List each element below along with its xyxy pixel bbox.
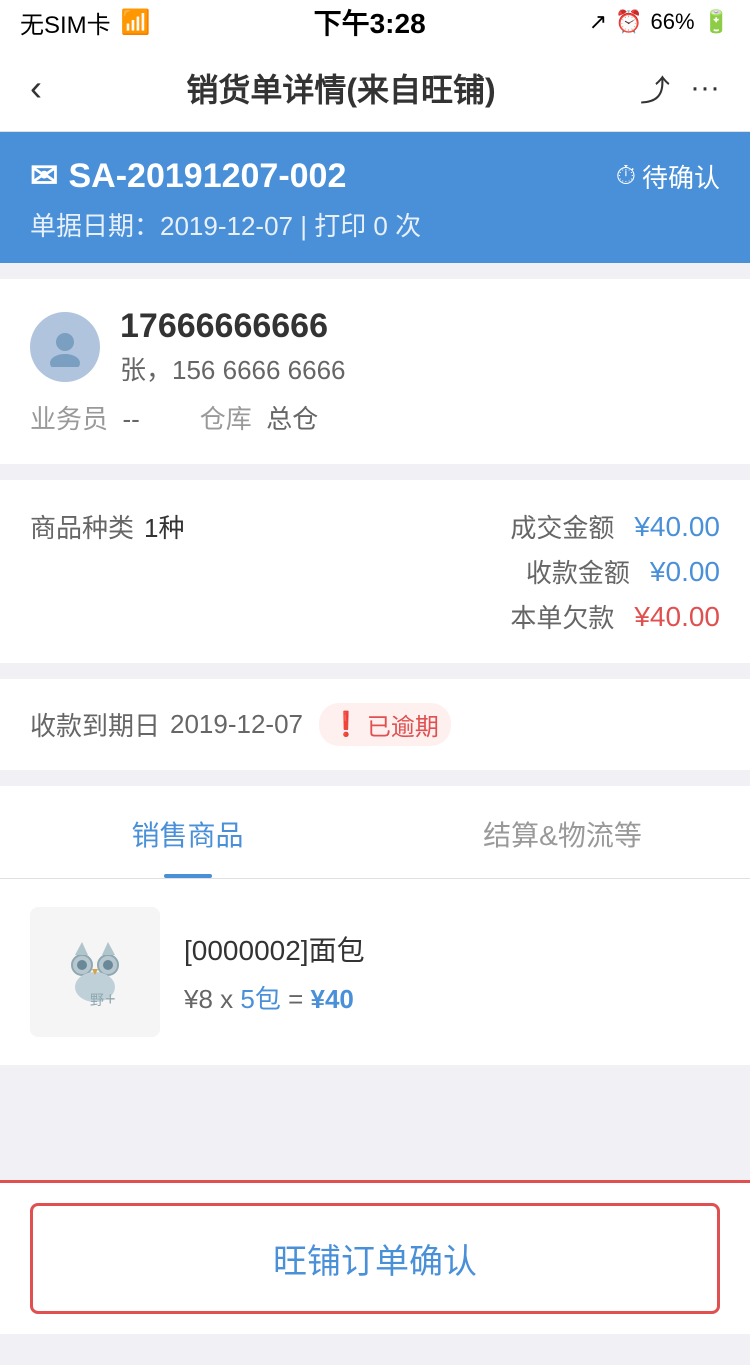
product-thumbnail: + 野	[30, 907, 160, 1037]
price-equals: =	[281, 984, 311, 1014]
status-clock-icon: ⏱	[616, 160, 636, 192]
due-section: 收款到期日 2019-12-07 ❗ 已逾期	[0, 679, 750, 770]
order-id-text: SA-20191207-002	[69, 157, 347, 196]
product-price: ¥8 x 5包 = ¥40	[184, 979, 720, 1016]
customer-name: 张，156 6666 6666	[120, 350, 346, 387]
product-item: + 野 [0000002]面包 ¥8 x 5包 = ¥40	[0, 879, 750, 1065]
status-text: 待确认	[642, 158, 720, 195]
order-id: ✉ SA-20191207-002	[30, 156, 346, 196]
tabs-row: 销售商品 结算&物流等	[0, 786, 750, 879]
product-type: 商品种类 1种	[30, 508, 184, 545]
more-icon[interactable]: ···	[690, 71, 720, 105]
amount-row: 商品种类 1种 成交金额 ¥40.00 收款金额 ¥0.00 本单欠款 ¥40.…	[30, 508, 720, 635]
bottom-bar: 旺铺订单确认	[0, 1180, 750, 1334]
deal-amount-value: ¥40.00	[634, 511, 720, 543]
status-time: 下午3:28	[314, 2, 426, 42]
svg-text:野: 野	[90, 992, 104, 1007]
customer-row: 17666666666 张，156 6666 6666	[30, 307, 720, 387]
salesperson-value: --	[122, 404, 139, 434]
received-amount-value: ¥0.00	[650, 556, 720, 588]
salesperson-label: 业务员 --	[30, 399, 140, 436]
due-date-value: 2019-12-07	[170, 709, 303, 740]
status-right: ↗ ⏰ 66% 🔋	[589, 9, 730, 35]
svg-text:+: +	[105, 989, 116, 1007]
debt-amount-value: ¥40.00	[634, 601, 720, 633]
order-header: ✉ SA-20191207-002 ⏱ 待确认 单据日期：2019-12-07 …	[0, 132, 750, 263]
confirm-button[interactable]: 旺铺订单确认	[30, 1203, 720, 1314]
order-date: 单据日期：2019-12-07 | 打印 0 次	[30, 206, 720, 243]
price-qty: 5包	[240, 984, 280, 1014]
status-bar: 无SIM卡 📶 下午3:28 ↗ ⏰ 66% 🔋	[0, 0, 750, 44]
overdue-icon: ❗	[331, 710, 361, 739]
tab-settlement[interactable]: 结算&物流等	[375, 786, 750, 878]
nav-actions: ⤴ ···	[640, 66, 720, 110]
location-icon: ↗	[589, 9, 607, 35]
due-date-label: 收款到期日	[30, 706, 160, 743]
alarm-icon: ⏰	[615, 9, 642, 35]
product-name: [0000002]面包	[184, 929, 720, 969]
nav-bar: ‹ 销货单详情(来自旺铺) ⤴ ···	[0, 44, 750, 132]
tabs-section: 销售商品 结算&物流等 + 野 [0	[0, 786, 750, 1065]
overdue-text: 已逾期	[367, 707, 439, 742]
avatar	[30, 312, 100, 382]
price-base: ¥8 x	[184, 984, 240, 1014]
debt-amount-item: 本单欠款 ¥40.00	[510, 598, 720, 635]
price-total: ¥40	[310, 984, 353, 1014]
customer-details: 17666666666 张，156 6666 6666	[120, 307, 346, 387]
customer-card: 17666666666 张，156 6666 6666 业务员 -- 仓库 总仓	[0, 279, 750, 464]
received-amount-label: 收款金额	[526, 553, 630, 590]
battery-text: 66%	[651, 9, 695, 35]
back-button[interactable]: ‹	[30, 67, 42, 109]
battery-icon: 🔋	[703, 9, 730, 35]
product-type-value: 1种	[144, 508, 184, 545]
wifi-icon: 📶	[121, 8, 151, 37]
amount-right: 成交金额 ¥40.00 收款金额 ¥0.00 本单欠款 ¥40.00	[510, 508, 720, 635]
share-icon[interactable]: ⤴	[640, 66, 670, 110]
amount-left: 商品种类 1种	[30, 508, 184, 635]
status-left: 无SIM卡 📶	[20, 5, 151, 40]
product-type-label: 商品种类	[30, 508, 134, 545]
overdue-badge: ❗ 已逾期	[319, 703, 451, 746]
page-title: 销货单详情(来自旺铺)	[186, 65, 495, 111]
debt-amount-label: 本单欠款	[510, 598, 614, 635]
order-icon: ✉	[30, 156, 59, 196]
deal-amount-item: 成交金额 ¥40.00	[510, 508, 720, 545]
product-info: [0000002]面包 ¥8 x 5包 = ¥40	[184, 929, 720, 1016]
order-status: ⏱ 待确认	[616, 158, 720, 195]
received-amount-item: 收款金额 ¥0.00	[526, 553, 720, 590]
customer-meta: 业务员 -- 仓库 总仓	[30, 399, 720, 436]
deal-amount-label: 成交金额	[510, 508, 614, 545]
tab-sales-products[interactable]: 销售商品	[0, 786, 375, 878]
amount-section: 商品种类 1种 成交金额 ¥40.00 收款金额 ¥0.00 本单欠款 ¥40.…	[0, 480, 750, 663]
warehouse-value: 总仓	[266, 404, 318, 434]
warehouse-label: 仓库 总仓	[200, 399, 318, 436]
carrier-text: 无SIM卡	[20, 5, 111, 40]
customer-phone: 17666666666	[120, 307, 346, 346]
